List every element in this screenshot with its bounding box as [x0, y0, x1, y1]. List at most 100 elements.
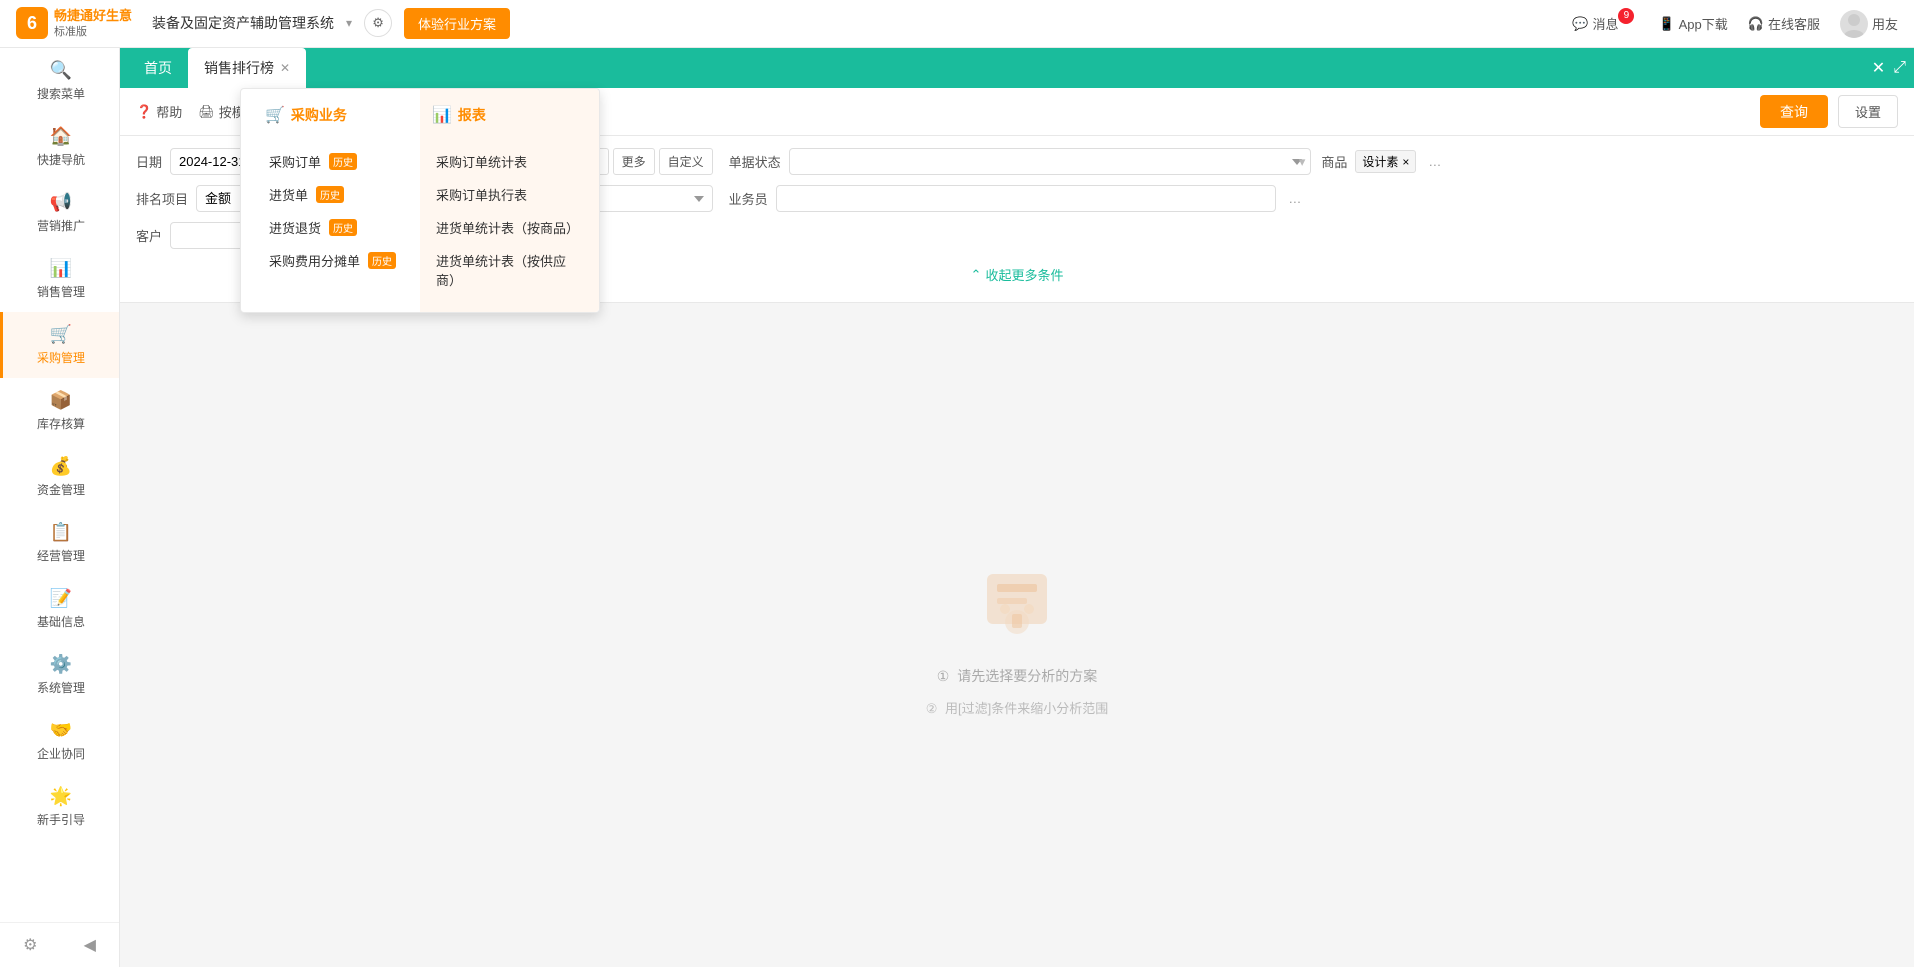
tab-close-btn[interactable]: ✕	[1872, 58, 1885, 78]
history-badge-1: 历史	[329, 153, 357, 170]
date-quick-custom[interactable]: 自定义	[659, 148, 713, 175]
sidebar-item-search[interactable]: 🔍 搜索菜单	[0, 48, 119, 114]
headset-icon: 🎧	[1748, 16, 1764, 32]
marketing-icon: 📢	[50, 192, 72, 213]
history-badge-2: 历史	[316, 186, 344, 203]
online-service-item[interactable]: 🎧 在线客服	[1748, 14, 1820, 33]
menu-item-purchase-order-stat[interactable]: 采购订单统计表	[432, 145, 587, 178]
menu-item-inbound[interactable]: 进货单 历史	[265, 178, 412, 211]
app-download-item[interactable]: 📱 App下载	[1658, 14, 1727, 33]
sidebar-label-sales: 销售管理	[37, 283, 85, 300]
sidebar-label-quick: 快捷导航	[37, 151, 85, 168]
menu-item-inbound-stat-goods[interactable]: 进货单统计表（按商品）	[432, 211, 587, 244]
empty-state: ① 请先选择要分析的方案 ② 用[过滤]条件来缩小分析范围	[120, 303, 1914, 967]
sidebar-label-system: 系统管理	[37, 679, 85, 696]
user-item[interactable]: 用友	[1840, 10, 1898, 38]
tab-bar-actions: ✕ ⤢	[1872, 58, 1906, 78]
sidebar-item-sales[interactable]: 📊 销售管理	[0, 246, 119, 312]
system-settings-icon[interactable]: ⚙	[364, 9, 392, 37]
search-icon: 🔍	[50, 60, 72, 81]
salesperson-label: 业务员	[729, 189, 768, 208]
goods-label: 商品	[1321, 152, 1347, 171]
purchase-icon: 🛒	[50, 324, 72, 345]
user-name-label: 用友	[1872, 14, 1898, 33]
sidebar-label-basic: 基础信息	[37, 613, 85, 630]
sidebar-item-system[interactable]: ⚙️ 系统管理	[0, 642, 119, 708]
menu-item-purchase-order-exec-label: 采购订单执行表	[436, 185, 527, 204]
menu-report-column: 📊 报表 采购订单统计表 采购订单执行表 进货单统计表（按商品） 进货单统计表（…	[420, 89, 599, 312]
print-icon: 🖨	[198, 104, 215, 120]
sidebar-item-guide[interactable]: 🌟 新手引导	[0, 774, 119, 840]
sidebar-item-marketing[interactable]: 📢 营销推广	[0, 180, 119, 246]
sidebar-item-cooperation[interactable]: 🤝 企业协同	[0, 708, 119, 774]
menu-item-purchase-expense[interactable]: 采购费用分摊单 历史	[265, 244, 412, 277]
system-title: 装备及固定资产辅助管理系统	[152, 13, 334, 33]
system-dropdown-arrow[interactable]: ▾	[346, 16, 352, 30]
phone-icon: 📱	[1658, 16, 1674, 32]
menu-item-purchase-order-stat-label: 采购订单统计表	[436, 152, 527, 171]
sidebar-item-quick[interactable]: 🏠 快捷导航	[0, 114, 119, 180]
tab-maximize-btn[interactable]: ⤢	[1893, 59, 1906, 77]
sales-icon: 📊	[50, 258, 72, 279]
inventory-icon: 📦	[50, 390, 72, 411]
menu-item-inbound-stat-supplier[interactable]: 进货单统计表（按供应商）	[432, 244, 587, 296]
date-quick-more[interactable]: 更多	[613, 148, 655, 175]
report-section-icon: 📊	[432, 105, 452, 125]
sidebar-label-finance: 资金管理	[37, 481, 85, 498]
sidebar-item-inventory[interactable]: 📦 库存核算	[0, 378, 119, 444]
logo-area: 6 畅捷通好生意 标准版	[16, 7, 132, 41]
tab-home[interactable]: 首页	[128, 48, 188, 88]
basic-icon: 📝	[50, 588, 72, 609]
logo-text: 畅捷通好生意 标准版	[54, 7, 132, 41]
sidebar-settings-btn[interactable]: ⚙	[19, 931, 41, 959]
collapse-label: 收起更多条件	[985, 265, 1063, 284]
help-label: 帮助	[156, 102, 182, 121]
menu-item-purchase-order-exec[interactable]: 采购订单执行表	[432, 178, 587, 211]
sidebar-label-inventory: 库存核算	[37, 415, 85, 432]
sidebar-label-operation: 经营管理	[37, 547, 85, 564]
goods-dots-btn[interactable]: …	[1424, 154, 1445, 169]
rank-label: 排名项目	[136, 189, 188, 208]
message-item[interactable]: 💬 消息 9	[1572, 14, 1638, 33]
menu-item-inbound-label: 进货单	[269, 185, 308, 204]
menu-item-inbound-stat-supplier-label: 进货单统计表（按供应商）	[436, 251, 583, 289]
empty-hint-1: ① 请先选择要分析的方案	[937, 666, 1097, 686]
filter-doc-status: 单据状态 ▾	[729, 148, 1306, 175]
purchase-dropdown-menu: 🛒 采购业务 采购订单 历史 进货单 历史 进货退货 历史 采购费用分摊单	[240, 88, 600, 313]
sidebar-item-basic[interactable]: 📝 基础信息	[0, 576, 119, 642]
tab-sales-rank[interactable]: 销售排行榜 ✕	[188, 48, 306, 88]
sidebar-item-purchase[interactable]: 🛒 采购管理	[0, 312, 119, 378]
goods-tag[interactable]: 设计素 ×	[1355, 150, 1416, 173]
avatar	[1840, 10, 1868, 38]
finance-icon: 💰	[50, 456, 72, 477]
content-area: 首页 销售排行榜 ✕ ✕ ⤢ ❓ 帮助 🖨 按模板打印 ▾ ↑	[120, 48, 1914, 967]
sidebar-label-cooperation: 企业协同	[37, 745, 85, 762]
doc-status-select[interactable]	[789, 148, 1311, 175]
settings-button[interactable]: 设置	[1838, 95, 1898, 128]
salesperson-dots-btn[interactable]: …	[1284, 191, 1305, 206]
sidebar-label-search: 搜索菜单	[37, 85, 85, 102]
operation-icon: 📋	[50, 522, 72, 543]
menu-item-inbound-return-label: 进货退货	[269, 218, 321, 237]
menu-item-purchase-order[interactable]: 采购订单 历史	[265, 145, 412, 178]
menu-item-purchase-expense-label: 采购费用分摊单	[269, 251, 360, 270]
customer-label: 客户	[136, 226, 162, 245]
help-btn[interactable]: ❓ 帮助	[136, 102, 182, 121]
edition-label: 标准版	[54, 25, 132, 40]
sidebar-label-marketing: 营销推广	[37, 217, 85, 234]
guide-icon: 🌟	[50, 786, 72, 807]
tab-close-icon[interactable]: ✕	[280, 61, 290, 75]
sidebar-item-operation[interactable]: 📋 经营管理	[0, 510, 119, 576]
sidebar-bottom: ⚙ ◀	[0, 922, 119, 967]
goods-tag-close-icon[interactable]: ×	[1402, 155, 1409, 169]
system-icon: ⚙️	[50, 654, 72, 675]
message-icon: 💬	[1572, 16, 1588, 32]
menu-item-inbound-return[interactable]: 进货退货 历史	[265, 211, 412, 244]
tab-bar: 首页 销售排行榜 ✕ ✕ ⤢	[120, 48, 1914, 88]
sidebar-item-finance[interactable]: 💰 资金管理	[0, 444, 119, 510]
sidebar-collapse-btn[interactable]: ◀	[80, 931, 100, 959]
salesperson-input[interactable]	[776, 185, 1277, 212]
industry-btn[interactable]: 体验行业方案	[404, 8, 510, 39]
purchase-section-icon: 🛒	[265, 105, 285, 125]
query-button[interactable]: 查询	[1760, 95, 1828, 128]
